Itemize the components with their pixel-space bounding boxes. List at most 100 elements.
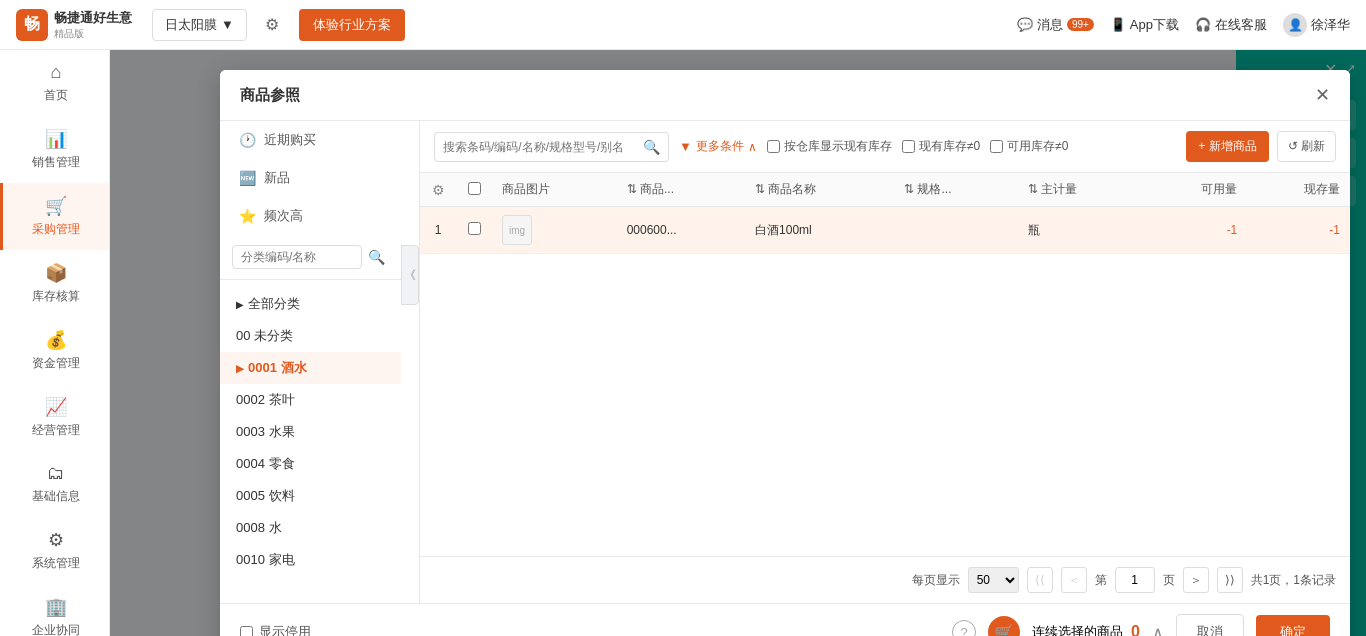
logo-area: 畅 畅捷通好生意 精品版 — [16, 9, 132, 41]
cat-0003[interactable]: 0003 水果 — [220, 416, 401, 448]
cat-0004[interactable]: 0004 零食 — [220, 448, 401, 480]
category-search-input[interactable] — [232, 245, 362, 269]
app-download-button[interactable]: 📱 App下载 — [1110, 16, 1179, 34]
modal-header: 商品参照 ✕ — [220, 70, 1350, 121]
first-page-button[interactable]: ⟨⟨ — [1027, 567, 1053, 593]
nav-dropdown[interactable]: 日太阳膜 ▼ — [152, 9, 247, 41]
cat-0010[interactable]: 0010 家电 — [220, 544, 401, 576]
sidebar-item-home[interactable]: ⌂ 首页 — [0, 50, 109, 116]
user-menu[interactable]: 👤 徐泽华 — [1283, 13, 1350, 37]
col-unit[interactable]: ⇅ 主计量 — [1018, 173, 1145, 207]
filter-icon: ▼ — [679, 139, 692, 154]
tab-new-products[interactable]: 🆕 新品 — [220, 159, 419, 197]
footer-right: ? 🛒 连续选择的商品 0 ∧ 取消 确定 — [952, 614, 1330, 636]
logo-icon: 畅 — [16, 9, 48, 41]
sort-icon-name: ⇅ — [755, 182, 765, 196]
tab-recent-purchase[interactable]: 🕐 近期购买 — [220, 121, 419, 159]
row-checkbox-cell[interactable] — [456, 207, 492, 254]
clock-icon: 🕐 — [239, 132, 256, 148]
star-icon: ⭐ — [239, 208, 256, 224]
nav-right: 💬 消息 99+ 📱 App下载 🎧 在线客服 👤 徐泽华 — [1017, 13, 1350, 37]
sort-icon: ⇅ — [627, 182, 637, 196]
toolbar-right: + 新增商品 ↺ 刷新 — [1186, 131, 1336, 162]
product-table-container: ⚙ 商品图片 ⇅ 商品... ⇅ 商品名称 — [420, 173, 1350, 556]
last-page-button[interactable]: ⟩⟩ — [1217, 567, 1243, 593]
row-unit: 瓶 — [1018, 207, 1145, 254]
cart-icon[interactable]: 🛒 — [988, 616, 1020, 636]
available-stock-checkbox[interactable]: 现有库存≠0 — [902, 138, 980, 155]
main-layout: ⌂ 首页 📊 销售管理 🛒 采购管理 📦 库存核算 💰 资金管理 📈 经营管理 … — [0, 50, 1366, 636]
col-spec[interactable]: ⇅ 规格... — [894, 173, 1017, 207]
product-search-input[interactable] — [435, 140, 635, 154]
messages-badge: 99+ — [1067, 18, 1094, 31]
avatar: 👤 — [1283, 13, 1307, 37]
confirm-button[interactable]: 确定 — [1256, 615, 1330, 636]
cancel-button[interactable]: 取消 — [1176, 614, 1244, 636]
cat-0005[interactable]: 0005 饮料 — [220, 480, 401, 512]
sidebar-item-business[interactable]: 📈 经营管理 — [0, 384, 109, 451]
purchase-icon: 🛒 — [45, 195, 67, 217]
sidebar-item-purchase[interactable]: 🛒 采购管理 — [0, 183, 109, 250]
current-page-input[interactable] — [1115, 567, 1155, 593]
online-service-button[interactable]: 🎧 在线客服 — [1195, 16, 1267, 34]
column-settings-icon[interactable]: ⚙ — [432, 182, 445, 198]
prev-page-button[interactable]: ＜ — [1061, 567, 1087, 593]
sales-icon: 📊 — [45, 128, 67, 150]
sidebar-item-finance[interactable]: 💰 资金管理 — [0, 317, 109, 384]
sidebar-item-sales[interactable]: 📊 销售管理 — [0, 116, 109, 183]
collapse-cart-button[interactable]: ∧ — [1152, 623, 1164, 637]
chevron-up-icon: ∧ — [748, 140, 757, 154]
row-name: 白酒100ml — [745, 207, 894, 254]
show-disabled-checkbox[interactable]: 显示停用 — [240, 623, 311, 636]
collapse-left-panel-button[interactable]: 《 — [401, 245, 419, 305]
cat-0008[interactable]: 0008 水 — [220, 512, 401, 544]
toolbar: 🔍 ▼ 更多条件 ∧ 按仓库显示现有库存 — [420, 121, 1350, 173]
chevron-down-icon: ▼ — [221, 17, 234, 32]
sort-icon-spec: ⇅ — [904, 182, 914, 196]
col-code[interactable]: ⇅ 商品... — [617, 173, 745, 207]
refresh-button[interactable]: ↺ 刷新 — [1277, 131, 1336, 162]
modal-left-panel: 🕐 近期购买 🆕 新品 ⭐ 频次高 — [220, 121, 420, 603]
select-all-checkbox[interactable] — [468, 182, 481, 195]
modal-close-button[interactable]: ✕ — [1315, 84, 1330, 106]
warehouse-display-checkbox[interactable]: 按仓库显示现有库存 — [767, 138, 892, 155]
table-row[interactable]: 1 img 000600... 白酒100ml — [420, 207, 1350, 254]
help-icon[interactable]: ? — [952, 620, 976, 636]
cta-button[interactable]: 体验行业方案 — [299, 9, 405, 41]
tab-frequent[interactable]: ⭐ 频次高 — [220, 197, 419, 235]
messages-button[interactable]: 💬 消息 99+ — [1017, 16, 1094, 34]
usable-stock-checkbox[interactable]: 可用库存≠0 — [990, 138, 1068, 155]
category-search-icon[interactable]: 🔍 — [368, 249, 385, 265]
cat-0002[interactable]: 0002 茶叶 — [220, 384, 401, 416]
modal-left-tabs: 🕐 近期购买 🆕 新品 ⭐ 频次高 — [220, 121, 419, 235]
pagination: 每页显示 20 50 100 ⟨⟨ ＜ 第 页 ＞ ⟩⟩ 共1页，1条 — [420, 556, 1350, 603]
sidebar-item-inventory[interactable]: 📦 库存核算 — [0, 250, 109, 317]
product-search-button[interactable]: 🔍 — [635, 139, 668, 155]
cat-all[interactable]: ▶ 全部分类 — [220, 288, 401, 320]
add-product-button[interactable]: + 新增商品 — [1186, 131, 1268, 162]
sidebar-item-basic[interactable]: 🗂 基础信息 — [0, 451, 109, 517]
row-stock: -1 — [1247, 207, 1350, 254]
cat-00[interactable]: 00 未分类 — [220, 320, 401, 352]
new-icon: 🆕 — [239, 170, 256, 186]
col-name[interactable]: ⇅ 商品名称 — [745, 173, 894, 207]
product-thumbnail: img — [502, 215, 532, 245]
col-image: 商品图片 — [492, 173, 617, 207]
col-stock: 现存量 — [1247, 173, 1350, 207]
sidebar-item-enterprise[interactable]: 🏢 企业协同 — [0, 584, 109, 636]
home-icon: ⌂ — [51, 62, 62, 83]
next-page-button[interactable]: ＞ — [1183, 567, 1209, 593]
more-filters-button[interactable]: ▼ 更多条件 ∧ — [679, 138, 757, 155]
row-checkbox[interactable] — [468, 222, 481, 235]
basic-icon: 🗂 — [47, 463, 65, 484]
download-icon: 📱 — [1110, 17, 1126, 32]
modal-title: 商品参照 — [240, 86, 300, 105]
cat-0001[interactable]: ▶ 0001 酒水 — [220, 352, 401, 384]
row-available: -1 — [1145, 207, 1248, 254]
page-size-select[interactable]: 20 50 100 — [968, 567, 1019, 593]
sidebar-item-system[interactable]: ⚙ 系统管理 — [0, 517, 109, 584]
product-table: ⚙ 商品图片 ⇅ 商品... ⇅ 商品名称 — [420, 173, 1350, 254]
left-sidebar: ⌂ 首页 📊 销售管理 🛒 采购管理 📦 库存核算 💰 资金管理 📈 经营管理 … — [0, 50, 110, 636]
settings-icon[interactable]: ⚙ — [257, 10, 287, 40]
modal-right-panel: 🔍 ▼ 更多条件 ∧ 按仓库显示现有库存 — [420, 121, 1350, 603]
